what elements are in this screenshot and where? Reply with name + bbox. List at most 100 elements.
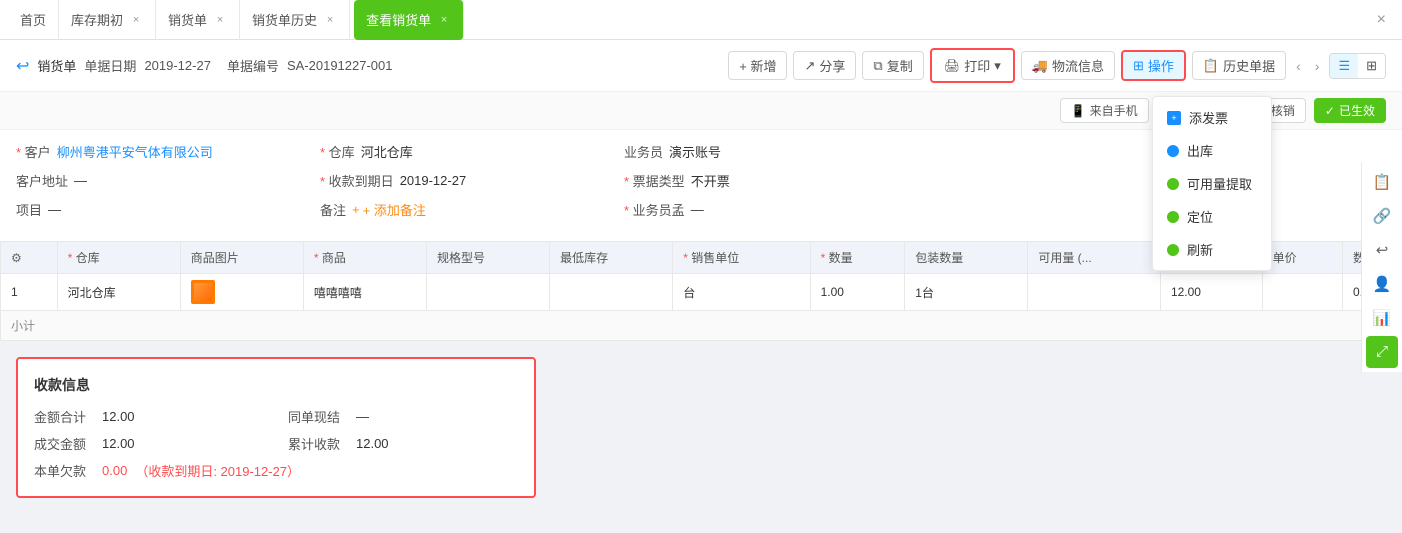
note-field: 备注 + + 添加备注 xyxy=(320,200,600,219)
phone-icon: 📱 xyxy=(1071,104,1086,118)
settlement-label: 同单现结 xyxy=(288,407,348,426)
tab-view-sales[interactable]: 查看销货单 × xyxy=(354,0,464,40)
tab-inventory-label: 库存期初 xyxy=(71,10,123,29)
row-index: 1 xyxy=(1,274,58,311)
doc-meta: 单据日期 2019-12-27 单据编号 SA-20191227-001 xyxy=(84,56,392,75)
sidebar-icon-link[interactable]: 🔗 xyxy=(1366,200,1398,232)
doc-header: ↩ 销货单 单据日期 2019-12-27 单据编号 SA-20191227-0… xyxy=(0,40,1402,92)
sidebar-icon-return[interactable]: ↩ xyxy=(1366,234,1398,266)
project-field: 项目 — xyxy=(16,200,296,219)
settlement-row: 同单现结 — xyxy=(288,407,518,426)
tab-inventory-init[interactable]: 库存期初 × xyxy=(59,0,156,40)
sales-person-field: 业务员孟 — xyxy=(624,200,904,219)
row-quantity: 1.00 xyxy=(810,274,905,311)
operation-icon: ⊞ xyxy=(1133,58,1144,74)
menu-item-locate[interactable]: 定位 xyxy=(1153,200,1271,233)
row-stock: 12.00 xyxy=(1160,274,1262,311)
logistics-icon: 🚚 xyxy=(1032,58,1048,74)
date-label: 单据日期 xyxy=(84,56,136,75)
tab-history-close[interactable]: × xyxy=(323,13,337,27)
nav-next-icon[interactable]: › xyxy=(1311,58,1324,74)
sidebar-icon-user[interactable]: 👤 xyxy=(1366,268,1398,300)
customer-field: 客户 柳州粤港平安气体有限公司 xyxy=(16,142,296,161)
row-available xyxy=(1028,274,1161,311)
col-price: 单价 xyxy=(1262,242,1342,274)
logistics-button[interactable]: 🚚 物流信息 xyxy=(1021,51,1115,80)
payment-section: 收款信息 金额合计 12.00 同单现结 — 成交金额 12.00 累计收款 1… xyxy=(16,357,536,498)
tab-bar-close-icon[interactable]: × xyxy=(1369,11,1394,29)
col-pack-qty: 包装数量 xyxy=(905,242,1028,274)
grid-view-icon[interactable]: ⊞ xyxy=(1358,54,1385,78)
address-field: 客户地址 — xyxy=(16,171,296,190)
row-spec xyxy=(426,274,549,311)
subtotal-label: 小计 xyxy=(1,311,1402,341)
payment-date-field: 收款到期日 2019-12-27 xyxy=(320,171,600,190)
customer-value[interactable]: 柳州粤港平安气体有限公司 xyxy=(57,142,213,161)
print-button[interactable]: 🖨 打印 ▾ xyxy=(934,52,1011,79)
view-toggle: ☰ ⊞ xyxy=(1329,53,1386,79)
print-icon: 🖨 xyxy=(944,58,961,74)
ticket-type-field: 票据类型 不开票 xyxy=(624,171,904,190)
from-phone-button[interactable]: 📱 来自手机 xyxy=(1060,98,1149,123)
add-invoice-icon: + xyxy=(1167,111,1181,125)
col-warehouse: 仓库 xyxy=(57,242,180,274)
new-button[interactable]: + 新增 xyxy=(728,51,787,80)
list-view-icon[interactable]: ☰ xyxy=(1330,54,1358,78)
settlement-value: — xyxy=(356,409,369,424)
number-label: 单据编号 xyxy=(227,56,279,75)
sidebar-icon-expand[interactable]: ⤢ xyxy=(1366,336,1398,368)
menu-item-outbound[interactable]: 出库 xyxy=(1153,134,1271,167)
print-dropdown-icon: ▾ xyxy=(994,58,1001,74)
operation-dropdown: + 添发票 出库 可用量提取 定位 刷新 xyxy=(1152,96,1272,271)
outbound-icon xyxy=(1167,145,1179,157)
plus-icon: + xyxy=(352,202,360,217)
menu-item-available-extract[interactable]: 可用量提取 xyxy=(1153,167,1271,200)
gear-settings-icon: ⚙ xyxy=(11,251,22,265)
confirmed-button[interactable]: ✓ 已生效 xyxy=(1314,98,1386,123)
copy-button[interactable]: ⧉ 复制 xyxy=(862,51,923,80)
transaction-value: 12.00 xyxy=(102,436,135,451)
col-product: 商品 xyxy=(303,242,426,274)
row-pack-qty: 1台 xyxy=(905,274,1028,311)
copy-icon: ⧉ xyxy=(873,58,882,74)
locate-icon xyxy=(1167,211,1179,223)
tab-inventory-close[interactable]: × xyxy=(129,13,143,27)
sidebar-icon-chart[interactable]: 📊 xyxy=(1366,302,1398,334)
tab-home[interactable]: 首页 xyxy=(8,0,59,40)
col-unit: 销售单位 xyxy=(673,242,810,274)
print-button-wrapper: 🖨 打印 ▾ xyxy=(930,48,1015,83)
subtotal-row: 小计 xyxy=(1,311,1402,341)
menu-item-add-invoice[interactable]: + 添发票 xyxy=(1153,101,1271,134)
tab-sales-order[interactable]: 销货单 × xyxy=(156,0,240,40)
payment-grid: 金额合计 12.00 同单现结 — 成交金额 12.00 累计收款 12.00 … xyxy=(34,407,518,480)
ticket-type-value: 不开票 xyxy=(691,171,730,190)
row-price xyxy=(1262,274,1342,311)
doc-type-label: 销货单 xyxy=(37,56,76,75)
right-sidebar: 📋 🔗 ↩ 👤 📊 ⤢ xyxy=(1361,162,1402,372)
total-row: 金额合计 12.00 xyxy=(34,407,264,426)
row-unit: 台 xyxy=(673,274,810,311)
total-value: 12.00 xyxy=(102,409,135,424)
employee-value: 演示账号 xyxy=(669,142,721,161)
cumulative-row: 累计收款 12.00 xyxy=(288,434,518,453)
col-gear[interactable]: ⚙ xyxy=(1,242,58,274)
nav-prev-icon[interactable]: ‹ xyxy=(1292,58,1305,74)
sidebar-icon-copy[interactable]: 📋 xyxy=(1366,166,1398,198)
col-product-img: 商品图片 xyxy=(180,242,303,274)
operation-button[interactable]: ⊞ 操作 xyxy=(1121,50,1186,81)
menu-item-refresh[interactable]: 刷新 xyxy=(1153,233,1271,266)
tab-sales-close[interactable]: × xyxy=(213,13,227,27)
project-value: — xyxy=(48,202,61,217)
share-button[interactable]: ↗ 分享 xyxy=(793,51,856,80)
row-min-stock xyxy=(550,274,673,311)
share-icon: ↗ xyxy=(804,58,815,74)
history-button[interactable]: 📋 历史单据 xyxy=(1192,51,1286,80)
sales-person-value: — xyxy=(691,202,704,217)
add-note-btn[interactable]: + + 添加备注 xyxy=(352,200,426,219)
history-icon: 📋 xyxy=(1203,58,1219,74)
total-label: 金额合计 xyxy=(34,407,94,426)
tab-sales-history[interactable]: 销货单历史 × xyxy=(240,0,350,40)
cumulative-label: 累计收款 xyxy=(288,434,348,453)
row-product-img xyxy=(180,274,303,311)
tab-view-sales-close[interactable]: × xyxy=(437,13,451,27)
